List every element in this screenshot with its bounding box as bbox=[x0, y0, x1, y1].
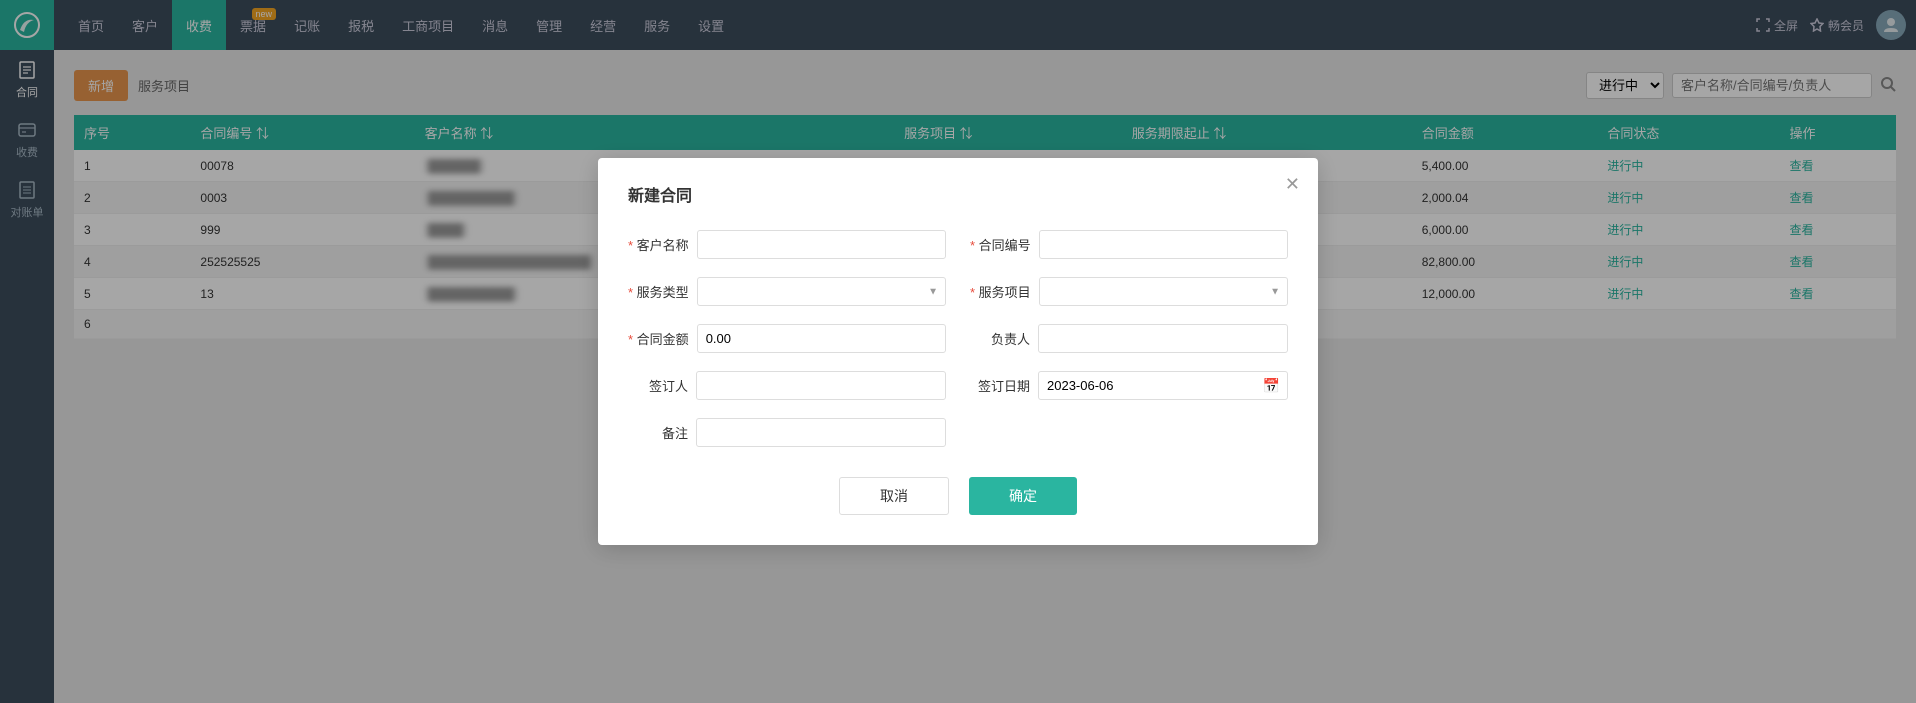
new-contract-modal: 新建合同 ✕ 客户名称 合同编号 服务类型 服务项目 bbox=[598, 158, 1318, 545]
calendar-icon[interactable]: 📅 bbox=[1263, 377, 1280, 394]
modal-close-button[interactable]: ✕ bbox=[1285, 174, 1300, 195]
form-row-4: 签订人 签订日期 📅 bbox=[628, 371, 1288, 400]
responsible-input[interactable] bbox=[1038, 324, 1288, 353]
service-item-select-wrapper bbox=[1039, 277, 1288, 306]
form-row-5: 备注 bbox=[628, 418, 1288, 447]
remark-input[interactable] bbox=[696, 418, 946, 447]
remark-label: 备注 bbox=[628, 423, 688, 442]
modal-overlay[interactable]: 新建合同 ✕ 客户名称 合同编号 服务类型 服务项目 bbox=[0, 0, 1916, 703]
field-signer: 签订人 bbox=[628, 371, 946, 400]
service-type-select-wrapper bbox=[697, 277, 946, 306]
responsible-label: 负责人 bbox=[970, 329, 1030, 348]
field-amount: 合同金额 bbox=[628, 324, 946, 353]
signer-label: 签订人 bbox=[628, 376, 688, 395]
sign-date-wrapper: 📅 bbox=[1038, 371, 1288, 400]
field-service-item: 服务项目 bbox=[970, 277, 1288, 306]
service-item-form-label: 服务项目 bbox=[970, 282, 1031, 301]
sign-date-input[interactable] bbox=[1038, 371, 1288, 400]
field-client-name: 客户名称 bbox=[628, 230, 946, 259]
field-service-type: 服务类型 bbox=[628, 277, 946, 306]
modal-title: 新建合同 bbox=[628, 182, 1288, 206]
amount-label: 合同金额 bbox=[628, 329, 689, 348]
form-row-3: 合同金额 负责人 bbox=[628, 324, 1288, 353]
modal-footer: 取消 确定 bbox=[628, 477, 1288, 515]
field-sign-date: 签订日期 📅 bbox=[970, 371, 1288, 400]
client-name-input[interactable] bbox=[697, 230, 946, 259]
sign-date-label: 签订日期 bbox=[970, 376, 1030, 395]
cancel-button[interactable]: 取消 bbox=[839, 477, 949, 515]
amount-input[interactable] bbox=[697, 324, 946, 353]
contract-no-input[interactable] bbox=[1039, 230, 1288, 259]
service-item-select[interactable] bbox=[1039, 277, 1288, 306]
service-type-select[interactable] bbox=[697, 277, 946, 306]
contract-no-label: 合同编号 bbox=[970, 235, 1031, 254]
field-responsible: 负责人 bbox=[970, 324, 1288, 353]
form-row-1: 客户名称 合同编号 bbox=[628, 230, 1288, 259]
confirm-button[interactable]: 确定 bbox=[969, 477, 1077, 515]
client-name-label: 客户名称 bbox=[628, 235, 689, 254]
form-row-2: 服务类型 服务项目 bbox=[628, 277, 1288, 306]
field-remark: 备注 bbox=[628, 418, 946, 447]
signer-input[interactable] bbox=[696, 371, 946, 400]
service-type-label: 服务类型 bbox=[628, 282, 689, 301]
field-contract-no: 合同编号 bbox=[970, 230, 1288, 259]
